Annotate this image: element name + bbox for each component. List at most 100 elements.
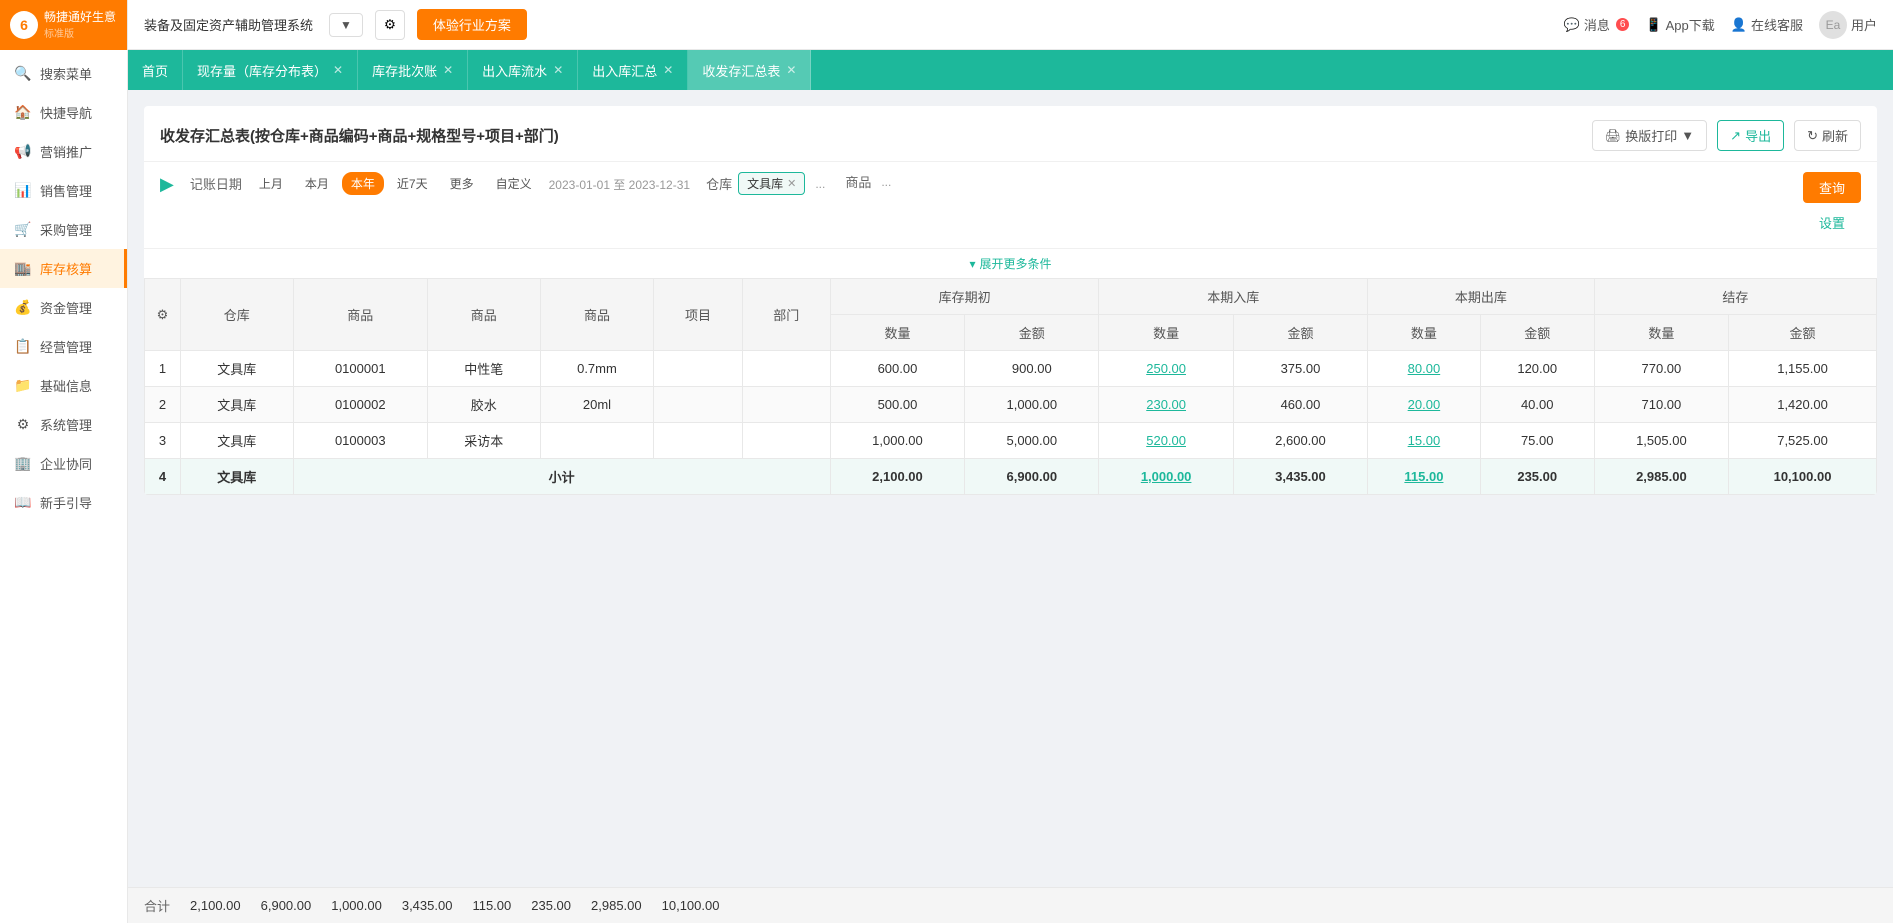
- tab-inventory-dist-close[interactable]: ✕: [333, 63, 343, 77]
- subtotal-out-qty[interactable]: 115.00: [1368, 459, 1481, 495]
- sidebar-item-finance-label: 资金管理: [40, 298, 92, 317]
- col-opening-amt-header: 金额: [965, 315, 1099, 351]
- filter-toggle[interactable]: ▶: [160, 172, 174, 195]
- subtotal-closing-amt: 10,100.00: [1729, 459, 1877, 495]
- download-icon: 📱: [1645, 17, 1661, 33]
- user-btn[interactable]: Ea 用户: [1819, 11, 1877, 39]
- date-filter-label: 记账日期: [190, 174, 242, 193]
- row-opening-qty: 500.00: [830, 387, 964, 423]
- tab-batch[interactable]: 库存批次账 ✕: [358, 50, 468, 90]
- row-out-amt: 40.00: [1480, 387, 1594, 423]
- row-closing-qty: 770.00: [1594, 351, 1728, 387]
- sidebar-item-system[interactable]: ⚙ 系统管理: [0, 405, 127, 444]
- sidebar-item-operations[interactable]: 📋 经营管理: [0, 327, 127, 366]
- date-btn-this-year[interactable]: 本年: [342, 172, 384, 195]
- subtotal-in-qty[interactable]: 1,000.00: [1099, 459, 1233, 495]
- tab-inout-summary-close[interactable]: ✕: [663, 63, 673, 77]
- tab-receive-send[interactable]: 收发存汇总表 ✕: [688, 50, 811, 90]
- sidebar-item-sales[interactable]: 📊 销售管理: [0, 171, 127, 210]
- subtotal-opening-amt: 6,900.00: [965, 459, 1099, 495]
- sidebar-item-search[interactable]: 🔍 搜索菜单: [0, 54, 127, 93]
- table-settings-icon[interactable]: ⚙: [157, 307, 169, 322]
- col-warehouse-header: 仓库: [181, 279, 294, 351]
- app-logo: 6 畅捷通好生意 标准版: [0, 0, 127, 50]
- sidebar-item-finance[interactable]: 💰 资金管理: [0, 288, 127, 327]
- marketing-icon: 📢: [14, 143, 32, 160]
- app-name: 畅捷通好生意: [44, 10, 116, 26]
- page-title: 收发存汇总表(按仓库+商品编码+商品+规格型号+项目+部门): [160, 125, 559, 146]
- sidebar-item-purchase[interactable]: 🛒 采购管理: [0, 210, 127, 249]
- online-service-btn[interactable]: 👤 在线客服: [1731, 15, 1803, 34]
- row-out-amt: 120.00: [1480, 351, 1594, 387]
- messages-btn[interactable]: 💬 消息 6: [1564, 15, 1630, 34]
- col-closing-header: 结存: [1594, 279, 1876, 315]
- enterprise-icon: 🏢: [14, 455, 32, 472]
- subtotal-no: 4: [145, 459, 181, 495]
- col-opening-qty-header: 数量: [830, 315, 964, 351]
- table-row: 2 文具库 0100002 胶水 20ml 500.00 1,000.00 23…: [145, 387, 1877, 423]
- sidebar-item-basic[interactable]: 📁 基础信息: [0, 366, 127, 405]
- date-btn-custom[interactable]: 自定义: [487, 172, 541, 195]
- sidebar-item-sales-label: 销售管理: [40, 181, 92, 200]
- row-warehouse: 文具库: [181, 351, 294, 387]
- row-in-qty[interactable]: 520.00: [1099, 423, 1233, 459]
- date-btn-7days[interactable]: 近7天: [388, 172, 437, 195]
- goods-more-btn[interactable]: ...: [877, 173, 895, 191]
- refresh-btn[interactable]: ↻ 刷新: [1794, 120, 1861, 151]
- warehouse-tag-close[interactable]: ✕: [787, 177, 796, 190]
- row-out-qty[interactable]: 15.00: [1368, 423, 1481, 459]
- date-filter-section: 记账日期 上月 本月 本年 近7天 更多 自定义 2023-01-01 至 20…: [190, 172, 690, 195]
- sales-icon: 📊: [14, 182, 32, 199]
- tab-receive-send-close[interactable]: ✕: [786, 63, 796, 77]
- warehouse-more-btn[interactable]: ...: [811, 175, 829, 193]
- tab-inout-flow-label: 出入库流水: [482, 61, 547, 80]
- print-btn[interactable]: 🖨 换版打印 ▼: [1592, 120, 1707, 151]
- col-in-qty-header: 数量: [1099, 315, 1233, 351]
- tab-inventory-dist[interactable]: 现存量（库存分布表） ✕: [183, 50, 358, 90]
- tab-inout-flow[interactable]: 出入库流水 ✕: [468, 50, 578, 90]
- query-btn[interactable]: 查询: [1803, 172, 1861, 203]
- settings-link[interactable]: 设置: [1819, 207, 1845, 238]
- footer-closing-qty: 2,985.00: [591, 898, 642, 913]
- row-project: [654, 351, 742, 387]
- settings-btn[interactable]: ⚙: [375, 10, 405, 40]
- sidebar-item-marketing[interactable]: 📢 营销推广: [0, 132, 127, 171]
- tab-inout-flow-close[interactable]: ✕: [553, 63, 563, 77]
- row-name: 中性笔: [427, 351, 540, 387]
- sidebar-item-enterprise[interactable]: 🏢 企业协同: [0, 444, 127, 483]
- home-icon: 🏠: [14, 104, 32, 121]
- top-header: 装备及固定资产辅助管理系统 ▼ ⚙ 体验行业方案 💬 消息 6 📱 App下载 …: [128, 0, 1893, 50]
- sidebar: 6 畅捷通好生意 标准版 🔍 搜索菜单 🏠 快捷导航 📢 营销推广 📊 销售管理…: [0, 0, 128, 923]
- system-dropdown-btn[interactable]: ▼: [329, 13, 363, 37]
- sidebar-item-inventory[interactable]: 🏬 库存核算: [0, 249, 127, 288]
- sidebar-item-guide-label: 新手引导: [40, 493, 92, 512]
- sidebar-item-enterprise-label: 企业协同: [40, 454, 92, 473]
- sidebar-item-guide[interactable]: 📖 新手引导: [0, 483, 127, 522]
- footer-out-qty: 115.00: [472, 898, 511, 913]
- row-out-qty[interactable]: 80.00: [1368, 351, 1481, 387]
- date-btn-last-month[interactable]: 上月: [250, 172, 292, 195]
- app-download-btn[interactable]: 📱 App下载: [1645, 15, 1714, 34]
- col-name-header: 商品: [427, 279, 540, 351]
- date-btn-this-month[interactable]: 本月: [296, 172, 338, 195]
- date-btn-more[interactable]: 更多: [441, 172, 483, 195]
- footer-closing-amt: 10,100.00: [662, 898, 720, 913]
- expand-more-btn[interactable]: ▾ 展开更多条件: [144, 249, 1877, 278]
- row-spec: [540, 423, 654, 459]
- col-settings-header: ⚙: [145, 279, 181, 351]
- export-btn[interactable]: ↗ 导出: [1717, 120, 1784, 151]
- sidebar-item-system-label: 系统管理: [40, 415, 92, 434]
- sidebar-item-purchase-label: 采购管理: [40, 220, 92, 239]
- row-in-qty[interactable]: 230.00: [1099, 387, 1233, 423]
- col-out-amt-header: 金额: [1480, 315, 1594, 351]
- row-in-qty[interactable]: 250.00: [1099, 351, 1233, 387]
- sidebar-item-quicknav-label: 快捷导航: [40, 103, 92, 122]
- tab-batch-close[interactable]: ✕: [443, 63, 453, 77]
- tab-home[interactable]: 首页: [128, 50, 183, 90]
- page-header: 收发存汇总表(按仓库+商品编码+商品+规格型号+项目+部门) 🖨 换版打印 ▼ …: [144, 106, 1877, 162]
- tab-inout-summary[interactable]: 出入库汇总 ✕: [578, 50, 688, 90]
- row-out-qty[interactable]: 20.00: [1368, 387, 1481, 423]
- row-spec: 0.7mm: [540, 351, 654, 387]
- trial-btn[interactable]: 体验行业方案: [417, 9, 527, 40]
- sidebar-item-quicknav[interactable]: 🏠 快捷导航: [0, 93, 127, 132]
